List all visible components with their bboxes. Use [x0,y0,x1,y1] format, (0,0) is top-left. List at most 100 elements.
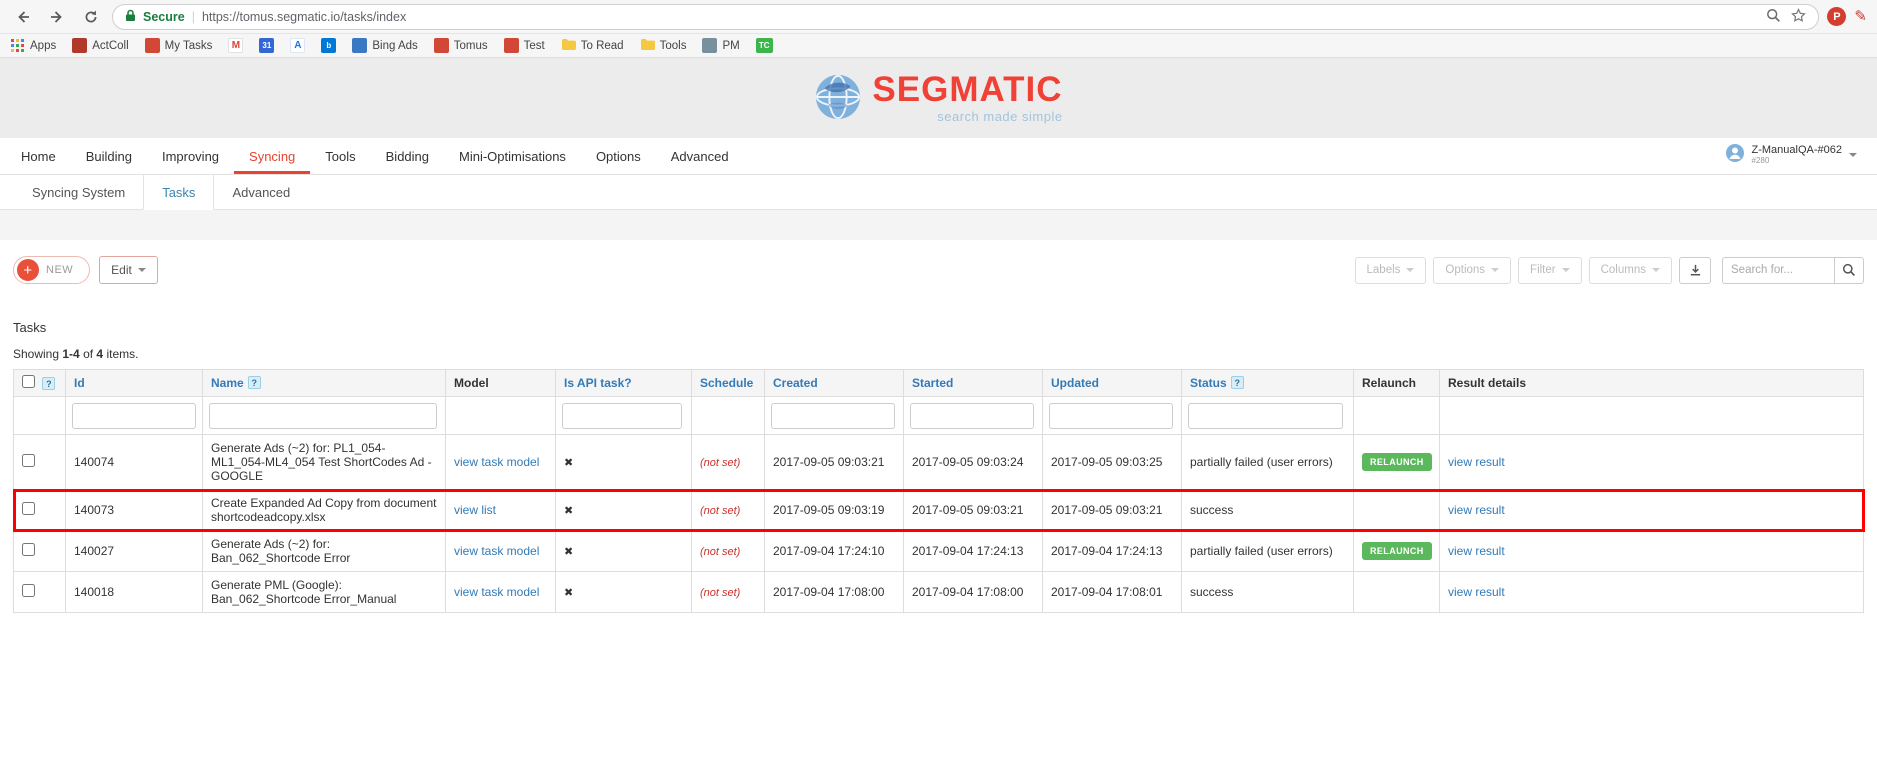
bookmark-pm[interactable]: PM [702,38,740,53]
column-header-status: Status [1181,369,1354,397]
view-result-link[interactable]: view result [1448,455,1505,469]
view-result-link[interactable]: view result [1448,544,1505,558]
extension-pencil-icon[interactable]: ✎ [1854,9,1867,24]
labels-button-label: Labels [1366,264,1401,276]
bookmark-label: Bing Ads [372,39,418,52]
filter-input-name[interactable] [209,402,437,429]
bookmark-tomus[interactable]: Tomus [433,38,488,53]
relaunch-button[interactable]: RELAUNCH [1362,453,1432,471]
nav-item-bidding[interactable]: Bidding [371,138,444,174]
nav-item-building[interactable]: Building [71,138,147,174]
actcoll-favicon [72,38,88,53]
filter-input-id[interactable] [72,402,196,429]
filter-button[interactable]: Filter [1518,256,1582,284]
segmatic-logo[interactable]: SEGMATIC search made simple [814,72,1062,124]
nav-item-options[interactable]: Options [581,138,656,174]
nav-item-home[interactable]: Home [6,138,71,174]
back-icon[interactable] [10,4,36,30]
bookmark-apps[interactable]: Apps [10,38,56,53]
bookmarks-bar: Apps ActColl My Tasks M 31 A b Bing Ads … [0,34,1877,58]
nav-item-advanced[interactable]: Advanced [656,138,744,174]
filter-input-created[interactable] [771,402,895,429]
search-input[interactable] [1722,256,1834,284]
bookmark-test[interactable]: Test [503,38,545,53]
address-bar[interactable]: Secure | https://tomus.segmatic.io/tasks… [112,3,1820,30]
bookmark-gmail[interactable]: M [228,38,244,53]
globe-icon [814,73,862,124]
user-name: Z-ManualQA-#062 [1751,144,1843,156]
help-icon[interactable] [247,376,261,389]
tomus-favicon [433,38,449,53]
bookmark-my-tasks[interactable]: My Tasks [144,38,212,53]
bookmark-tools[interactable]: Tools [640,38,687,53]
bookmark-to-read[interactable]: To Read [561,38,624,53]
sort-link-status[interactable]: Status [1190,376,1227,390]
bookmark-calendar[interactable]: 31 [259,38,275,53]
subnav-item-syncing-system[interactable]: Syncing System [14,175,143,209]
user-menu[interactable]: Z-ManualQA-#062 #280 [1725,143,1857,166]
zoom-icon[interactable] [1766,8,1781,26]
row-checkbox[interactable] [22,454,35,467]
bookmark-label: Tools [659,39,687,52]
edit-button-label: Edit [111,263,132,277]
nav-item-mini-optimisations[interactable]: Mini-Optimisations [444,138,581,174]
row-checkbox[interactable] [22,584,35,597]
folder-icon [640,38,655,53]
row-checkbox[interactable] [22,543,35,556]
view-task-model-link[interactable]: view task model [454,455,539,469]
subnav-item-tasks[interactable]: Tasks [143,175,215,210]
view-task-model-link[interactable]: view task model [454,585,539,599]
download-button[interactable] [1679,256,1711,284]
bookmark-tc[interactable]: TC [755,38,773,53]
labels-button[interactable]: Labels [1354,256,1427,284]
search-button[interactable] [1834,256,1864,284]
filter-input-status[interactable] [1188,402,1343,429]
bookmark-bing-ads[interactable]: Bing Ads [352,38,418,53]
select-all-checkbox[interactable] [22,375,35,388]
sort-link-id[interactable]: Id [74,376,85,390]
filter-cell-result [1439,396,1864,435]
nav-item-improving[interactable]: Improving [147,138,234,174]
chevron-down-icon [1849,152,1857,157]
cell-started: 2017-09-05 09:03:21 [903,489,1043,531]
view-task-model-link[interactable]: view task model [454,544,539,558]
cell-updated: 2017-09-04 17:24:13 [1042,530,1182,572]
browser-chrome: Secure | https://tomus.segmatic.io/tasks… [0,0,1877,58]
columns-button[interactable]: Columns [1588,256,1672,284]
new-button[interactable]: + NEW [13,256,91,284]
bookmark-bing[interactable]: b [321,38,337,53]
filter-input-updated[interactable] [1049,402,1173,429]
filter-input-started[interactable] [910,402,1034,429]
options-button[interactable]: Options [1433,256,1512,284]
sort-link-created[interactable]: Created [773,376,818,390]
subnav-item-advanced[interactable]: Advanced [214,175,308,209]
mytasks-favicon [144,38,160,53]
cell-name: Generate PML (Google): Ban_062_Shortcode… [202,571,446,613]
main-nav: Home Building Improving Syncing Tools Bi… [0,138,1877,175]
sort-link-updated[interactable]: Updated [1051,376,1099,390]
sort-link-name[interactable]: Name [211,376,244,390]
refresh-icon[interactable] [78,4,104,30]
bookmark-star-icon[interactable] [1791,7,1807,26]
column-header-model: Model [445,369,556,397]
filter-input-api[interactable] [562,402,682,429]
extension-p-icon[interactable]: P [1827,7,1847,26]
help-icon[interactable] [1230,376,1244,389]
view-result-link[interactable]: view result [1448,503,1505,517]
nav-item-syncing[interactable]: Syncing [234,138,310,174]
sort-link-started[interactable]: Started [912,376,953,390]
view-result-link[interactable]: view result [1448,585,1505,599]
help-icon[interactable] [42,377,56,390]
grid-toolbar: + NEW Edit Labels Options Filter Columns [13,256,1864,284]
sort-link-api[interactable]: Is API task? [564,376,632,390]
view-list-link[interactable]: view list [454,503,496,517]
column-header-updated: Updated [1042,369,1182,397]
row-checkbox[interactable] [22,502,35,515]
nav-item-tools[interactable]: Tools [310,138,370,174]
sort-link-schedule[interactable]: Schedule [700,376,753,390]
forward-icon[interactable] [44,4,70,30]
bookmark-actcoll[interactable]: ActColl [72,38,129,53]
bookmark-analytics[interactable]: A [290,38,306,53]
edit-button[interactable]: Edit [99,256,158,284]
relaunch-button[interactable]: RELAUNCH [1362,542,1432,560]
